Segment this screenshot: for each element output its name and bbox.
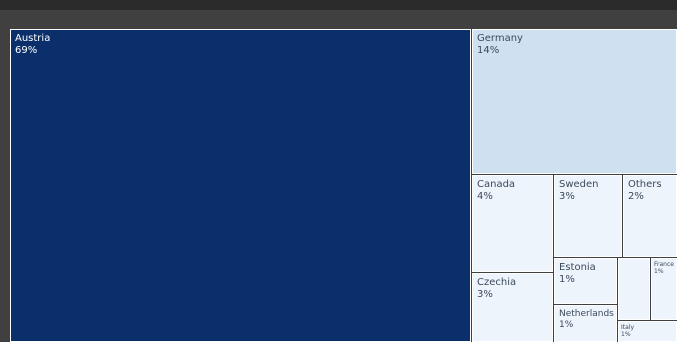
tile-percentage: 4% [477,190,493,202]
tile-name: France [654,261,674,268]
tile-name: Germany [477,33,523,44]
treemap-tile-france[interactable]: France 1% [651,258,677,320]
treemap-tile-estonia[interactable]: Estonia 1% [554,258,617,304]
treemap-tile-czechia[interactable]: Czechia 3% [472,273,553,342]
tile-name: Netherlands [559,309,614,319]
tile-label: France 1% [654,261,674,275]
treemap-tile-small[interactable] [618,258,650,320]
tile-percentage: 1% [559,273,575,285]
tile-label: Others 2% [628,179,662,203]
tile-label: Netherlands 1% [559,309,614,330]
tile-label: Sweden 3% [559,179,599,203]
tile-percentage: 1% [654,268,664,276]
tile-label: Canada 4% [477,179,515,203]
tile-label: Austria 69% [15,33,50,57]
tile-name: Estonia [559,262,596,273]
treemap-chart: Austria 69% Germany 14% Canada 4% Sweden 3% Othe… [0,0,677,342]
tile-percentage: 69% [15,44,38,56]
tile-name: Others [628,179,662,190]
tile-name: Czechia [477,277,517,288]
treemap-tile-others[interactable]: Others 2% [623,175,677,257]
treemap-tile-austria[interactable]: Austria 69% [10,29,471,342]
tile-percentage: 14% [477,44,500,56]
tile-name: Austria [15,33,51,44]
treemap-tile-netherlands[interactable]: Netherlands 1% [554,305,617,342]
tile-label: Germany 14% [477,33,523,57]
tile-percentage: 1% [559,319,574,330]
treemap-tile-sweden[interactable]: Sweden 3% [554,175,622,257]
tile-percentage: 1% [621,331,631,339]
tile-name: Sweden [559,179,599,190]
tile-name: Italy [621,324,635,331]
treemap-tile-italy[interactable]: Italy 1% [618,321,677,342]
tile-percentage: 2% [628,190,644,202]
tile-label: Czechia 3% [477,277,516,301]
tile-label: Italy 1% [621,324,634,338]
treemap-tile-germany[interactable]: Germany 14% [472,29,677,174]
tile-percentage: 3% [559,190,575,202]
tile-name: Canada [477,179,516,190]
treemap-tile-canada[interactable]: Canada 4% [472,175,553,272]
tile-percentage: 3% [477,288,493,300]
tile-label: Estonia 1% [559,262,596,286]
